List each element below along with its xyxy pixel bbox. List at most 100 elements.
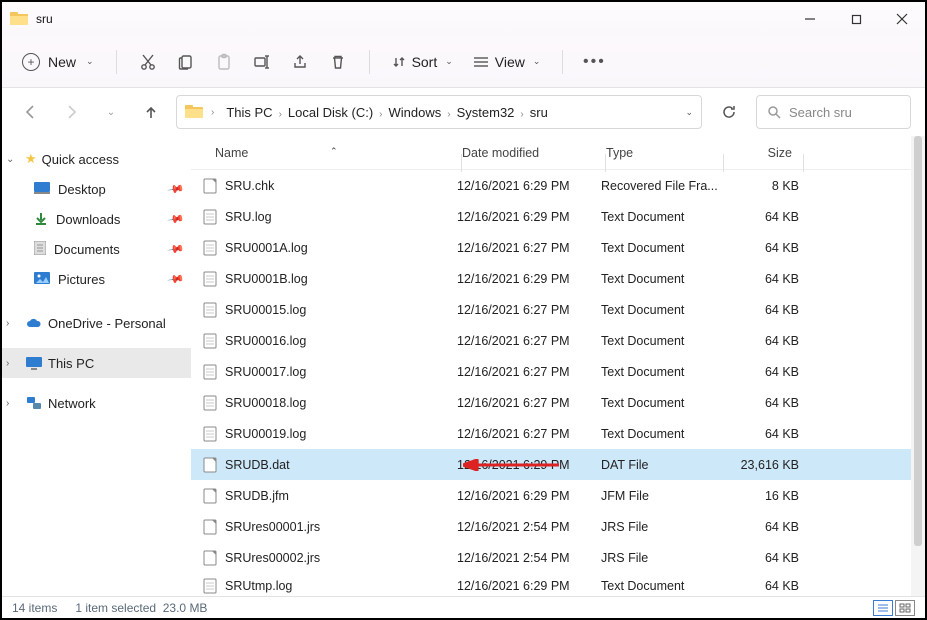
file-size: 64 KB <box>719 579 799 593</box>
forward-button[interactable] <box>56 97 86 127</box>
address-bar[interactable]: › This PC›Local Disk (C:)›Windows›System… <box>176 95 702 129</box>
file-row[interactable]: SRU00016.log12/16/2021 6:27 PMText Docum… <box>191 325 911 356</box>
file-date: 12/16/2021 2:54 PM <box>457 520 601 534</box>
file-type: Recovered File Fra... <box>601 179 719 193</box>
file-row[interactable]: SRU00017.log12/16/2021 6:27 PMText Docum… <box>191 356 911 387</box>
view-button[interactable]: View ⌄ <box>463 54 551 70</box>
sidebar-item-pictures[interactable]: Pictures📌 <box>2 264 191 294</box>
file-row[interactable]: SRUDB.dat12/16/2021 6:29 PMDAT File23,61… <box>191 449 911 480</box>
paste-button[interactable] <box>205 43 243 81</box>
close-button[interactable] <box>879 2 925 36</box>
file-date: 12/16/2021 6:29 PM <box>457 179 601 193</box>
file-icon <box>201 518 219 536</box>
file-row[interactable]: SRU00019.log12/16/2021 6:27 PMText Docum… <box>191 418 911 449</box>
file-row[interactable]: SRU00015.log12/16/2021 6:27 PMText Docum… <box>191 294 911 325</box>
details-view-button[interactable] <box>873 600 893 616</box>
file-name: SRUDB.jfm <box>225 489 457 503</box>
file-size: 64 KB <box>719 241 799 255</box>
file-type: Text Document <box>601 303 719 317</box>
file-row[interactable]: SRU0001A.log12/16/2021 6:27 PMText Docum… <box>191 232 911 263</box>
sidebar-item-this-pc[interactable]: › This PC <box>2 348 191 378</box>
file-name: SRU.chk <box>225 179 457 193</box>
cut-button[interactable] <box>129 43 167 81</box>
share-button[interactable] <box>281 43 319 81</box>
icons-view-button[interactable] <box>895 600 915 616</box>
titlebar: sru <box>2 2 925 36</box>
file-date: 12/16/2021 6:29 PM <box>457 489 601 503</box>
file-row[interactable]: SRU.log12/16/2021 6:29 PMText Document64… <box>191 201 911 232</box>
copy-button[interactable] <box>167 43 205 81</box>
file-date: 12/16/2021 6:29 PM <box>457 579 601 593</box>
monitor-icon <box>25 356 43 370</box>
recent-button[interactable]: ⌄ <box>96 97 126 127</box>
pin-icon: 📌 <box>167 180 186 199</box>
breadcrumb-segment[interactable]: Windows <box>385 105 446 120</box>
minimize-button[interactable] <box>787 2 833 36</box>
search-box[interactable]: Search sru <box>756 95 911 129</box>
pictures-icon <box>34 272 50 287</box>
chevron-right-icon: › <box>277 109 284 120</box>
new-button[interactable]: + New ⌄ <box>12 47 104 77</box>
breadcrumb-segment[interactable]: sru <box>526 105 552 120</box>
column-date[interactable]: Date modified <box>462 146 606 160</box>
back-button[interactable] <box>16 97 46 127</box>
column-size[interactable]: Size <box>724 146 804 160</box>
chevron-right-icon: › <box>518 109 525 120</box>
selection-size: 23.0 MB <box>163 601 208 615</box>
star-icon: ★ <box>25 151 37 167</box>
sort-button[interactable]: Sort ⌄ <box>382 54 463 70</box>
sidebar-item-label: Documents <box>54 242 120 257</box>
file-row[interactable]: SRUres00001.jrs12/16/2021 2:54 PMJRS Fil… <box>191 511 911 542</box>
file-name: SRU00017.log <box>225 365 457 379</box>
sidebar-item-quick-access[interactable]: ⌄ ★ Quick access <box>2 144 191 174</box>
file-row[interactable]: SRUtmp.log12/16/2021 6:29 PMText Documen… <box>191 573 911 596</box>
downloads-icon <box>34 211 48 228</box>
delete-button[interactable] <box>319 43 357 81</box>
chevron-down-icon: ⌄ <box>533 56 541 67</box>
chevron-down-icon[interactable]: ⌄ <box>685 107 693 118</box>
file-row[interactable]: SRU0001B.log12/16/2021 6:29 PMText Docum… <box>191 263 911 294</box>
column-headers: Name⌃ Date modified Type Size <box>191 136 911 170</box>
file-row[interactable]: SRU.chk12/16/2021 6:29 PMRecovered File … <box>191 170 911 201</box>
chevron-right-icon: › <box>6 398 20 409</box>
file-date: 12/16/2021 6:27 PM <box>457 334 601 348</box>
column-type[interactable]: Type <box>606 146 724 160</box>
sidebar-item-downloads[interactable]: Downloads📌 <box>2 204 191 234</box>
file-type: Text Document <box>601 579 719 593</box>
file-size: 64 KB <box>719 427 799 441</box>
pin-icon: 📌 <box>167 270 186 289</box>
up-button[interactable] <box>136 97 166 127</box>
breadcrumb-segment[interactable]: System32 <box>453 105 519 120</box>
breadcrumb-segment[interactable]: This PC <box>222 105 276 120</box>
sidebar-item-label: Network <box>48 396 96 411</box>
file-icon <box>201 456 219 474</box>
search-placeholder: Search sru <box>789 105 852 120</box>
file-row[interactable]: SRUDB.jfm12/16/2021 6:29 PMJFM File16 KB <box>191 480 911 511</box>
sidebar-item-label: OneDrive - Personal <box>48 316 166 331</box>
item-count: 14 items <box>12 601 57 615</box>
sidebar-item-desktop[interactable]: Desktop📌 <box>2 174 191 204</box>
file-date: 12/16/2021 6:29 PM <box>457 210 601 224</box>
sidebar-item-network[interactable]: › Network <box>2 388 191 418</box>
scrollbar[interactable] <box>911 136 925 596</box>
cloud-icon <box>25 317 43 329</box>
file-row[interactable]: SRUres00002.jrs12/16/2021 2:54 PMJRS Fil… <box>191 542 911 573</box>
file-type: Text Document <box>601 427 719 441</box>
column-name[interactable]: Name⌃ <box>215 146 462 160</box>
chevron-right-icon: › <box>445 109 452 120</box>
file-date: 12/16/2021 6:27 PM <box>457 427 601 441</box>
file-date: 12/16/2021 6:29 PM <box>457 272 601 286</box>
file-icon <box>201 239 219 257</box>
breadcrumb-segment[interactable]: Local Disk (C:) <box>284 105 377 120</box>
file-size: 16 KB <box>719 489 799 503</box>
rename-button[interactable] <box>243 43 281 81</box>
maximize-button[interactable] <box>833 2 879 36</box>
file-date: 12/16/2021 6:27 PM <box>457 396 601 410</box>
sidebar-item-onedrive[interactable]: › OneDrive - Personal <box>2 308 191 338</box>
sidebar-item-documents[interactable]: Documents📌 <box>2 234 191 264</box>
more-button[interactable]: ••• <box>575 43 613 81</box>
file-row[interactable]: SRU00018.log12/16/2021 6:27 PMText Docum… <box>191 387 911 418</box>
file-date: 12/16/2021 6:29 PM <box>457 458 601 472</box>
refresh-button[interactable] <box>712 95 746 129</box>
chevron-right-icon: › <box>6 318 20 329</box>
